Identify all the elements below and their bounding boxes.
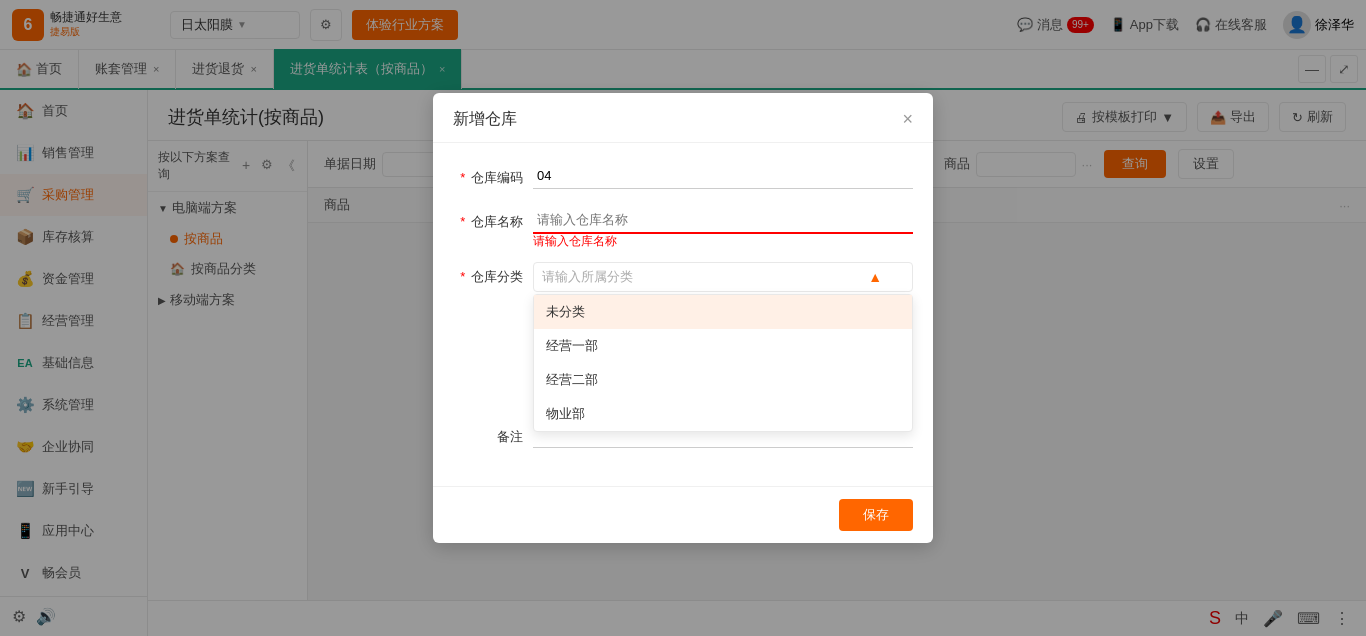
modal-overlay: 新增仓库 × * 仓库编码 * 仓库名称 请输入仓库名称 — [0, 0, 1366, 636]
category-label: * 仓库分类 — [453, 262, 533, 286]
modal-header: 新增仓库 × — [433, 93, 933, 143]
category-select[interactable]: 请输入所属分类 ▲ — [533, 262, 913, 292]
name-label: * 仓库名称 — [453, 207, 533, 231]
modal-title: 新增仓库 — [453, 109, 517, 130]
code-input[interactable] — [533, 163, 913, 189]
dropdown-item-uncategorized[interactable]: 未分类 — [534, 295, 912, 329]
select-up-icon: ▲ — [868, 269, 882, 285]
code-label: * 仓库编码 — [453, 163, 533, 187]
modal-body: * 仓库编码 * 仓库名称 请输入仓库名称 * 仓库分类 — [433, 143, 933, 486]
modal-close-button[interactable]: × — [902, 109, 913, 130]
category-dropdown: 未分类 经营一部 经营二部 物业部 — [533, 294, 913, 432]
modal-new-warehouse: 新增仓库 × * 仓库编码 * 仓库名称 请输入仓库名称 — [433, 93, 933, 543]
form-row-category: * 仓库分类 请输入所属分类 ▲ 未分类 经营一部 经营二部 物业部 — [453, 262, 913, 292]
form-row-code: * 仓库编码 — [453, 163, 913, 189]
form-row-name: * 仓库名称 请输入仓库名称 — [453, 207, 913, 234]
name-input[interactable] — [533, 207, 913, 234]
dropdown-item-ops2[interactable]: 经营二部 — [534, 363, 912, 397]
modal-footer: 保存 — [433, 486, 933, 543]
save-button[interactable]: 保存 — [839, 499, 913, 531]
notes-label: 备注 — [453, 422, 533, 446]
dropdown-item-ops1[interactable]: 经营一部 — [534, 329, 912, 363]
dropdown-item-property[interactable]: 物业部 — [534, 397, 912, 431]
category-placeholder: 请输入所属分类 — [542, 268, 633, 286]
name-error-message: 请输入仓库名称 — [533, 233, 617, 250]
